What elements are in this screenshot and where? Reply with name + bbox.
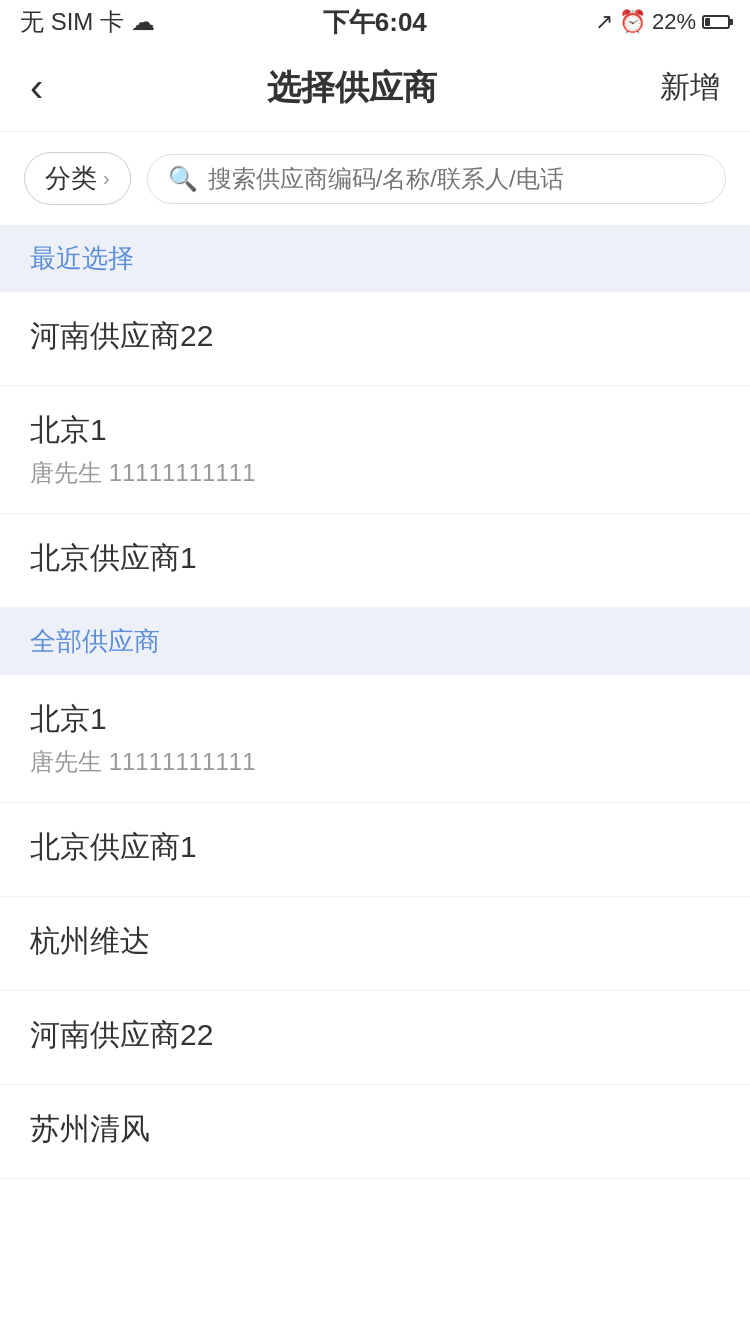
status-bar: 无 SIM 卡 ☁ 下午6:04 ↗ ⏰ 22% bbox=[0, 0, 750, 44]
category-label: 分类 bbox=[45, 161, 97, 196]
item-sub: 唐先生 11111111111 bbox=[30, 746, 720, 778]
item-name: 北京1 bbox=[30, 699, 720, 740]
add-button[interactable]: 新增 bbox=[660, 67, 720, 108]
item-name: 河南供应商22 bbox=[30, 316, 720, 357]
location-icon: ↗ bbox=[595, 9, 613, 35]
status-right: ↗ ⏰ 22% bbox=[595, 9, 730, 35]
list-item[interactable]: 北京1 唐先生 11111111111 bbox=[0, 386, 750, 514]
item-name: 苏州清风 bbox=[30, 1109, 720, 1150]
search-icon: 🔍 bbox=[168, 165, 198, 193]
item-sub: 唐先生 11111111111 bbox=[30, 457, 720, 489]
item-name: 北京1 bbox=[30, 410, 720, 451]
chevron-right-icon: › bbox=[103, 167, 110, 190]
back-button[interactable]: ‹ bbox=[30, 65, 43, 110]
all-list: 北京1 唐先生 11111111111 北京供应商1 杭州维达河南供应商22 苏州清风 bbox=[0, 675, 750, 1179]
no-sim-label: 无 SIM 卡 ☁ bbox=[20, 6, 155, 38]
status-time: 下午6:04 bbox=[323, 5, 427, 40]
list-item[interactable]: 河南供应商22 bbox=[0, 991, 750, 1085]
search-input[interactable] bbox=[208, 165, 705, 193]
list-item[interactable]: 北京1 唐先生 11111111111 bbox=[0, 675, 750, 803]
recent-section-header: 最近选择 bbox=[0, 225, 750, 292]
status-left: 无 SIM 卡 ☁ bbox=[20, 6, 155, 38]
battery-label: 22% bbox=[652, 9, 696, 35]
item-name: 北京供应商1 bbox=[30, 538, 720, 579]
alarm-icon: ⏰ bbox=[619, 9, 646, 35]
recent-list: 河南供应商22 北京1 唐先生 11111111111 北京供应商1 bbox=[0, 292, 750, 608]
search-bar: 分类 › 🔍 bbox=[0, 132, 750, 225]
item-name: 北京供应商1 bbox=[30, 827, 720, 868]
list-item[interactable]: 北京供应商1 bbox=[0, 514, 750, 608]
page-title: 选择供应商 bbox=[267, 65, 437, 111]
search-input-wrap[interactable]: 🔍 bbox=[147, 154, 726, 204]
battery-icon bbox=[702, 15, 730, 29]
list-item[interactable]: 杭州维达 bbox=[0, 897, 750, 991]
nav-bar: ‹ 选择供应商 新增 bbox=[0, 44, 750, 132]
all-section-header: 全部供应商 bbox=[0, 608, 750, 675]
item-name: 河南供应商22 bbox=[30, 1015, 720, 1056]
item-name: 杭州维达 bbox=[30, 921, 720, 962]
list-item[interactable]: 苏州清风 bbox=[0, 1085, 750, 1179]
category-button[interactable]: 分类 › bbox=[24, 152, 131, 205]
list-item[interactable]: 北京供应商1 bbox=[0, 803, 750, 897]
list-item[interactable]: 河南供应商22 bbox=[0, 292, 750, 386]
